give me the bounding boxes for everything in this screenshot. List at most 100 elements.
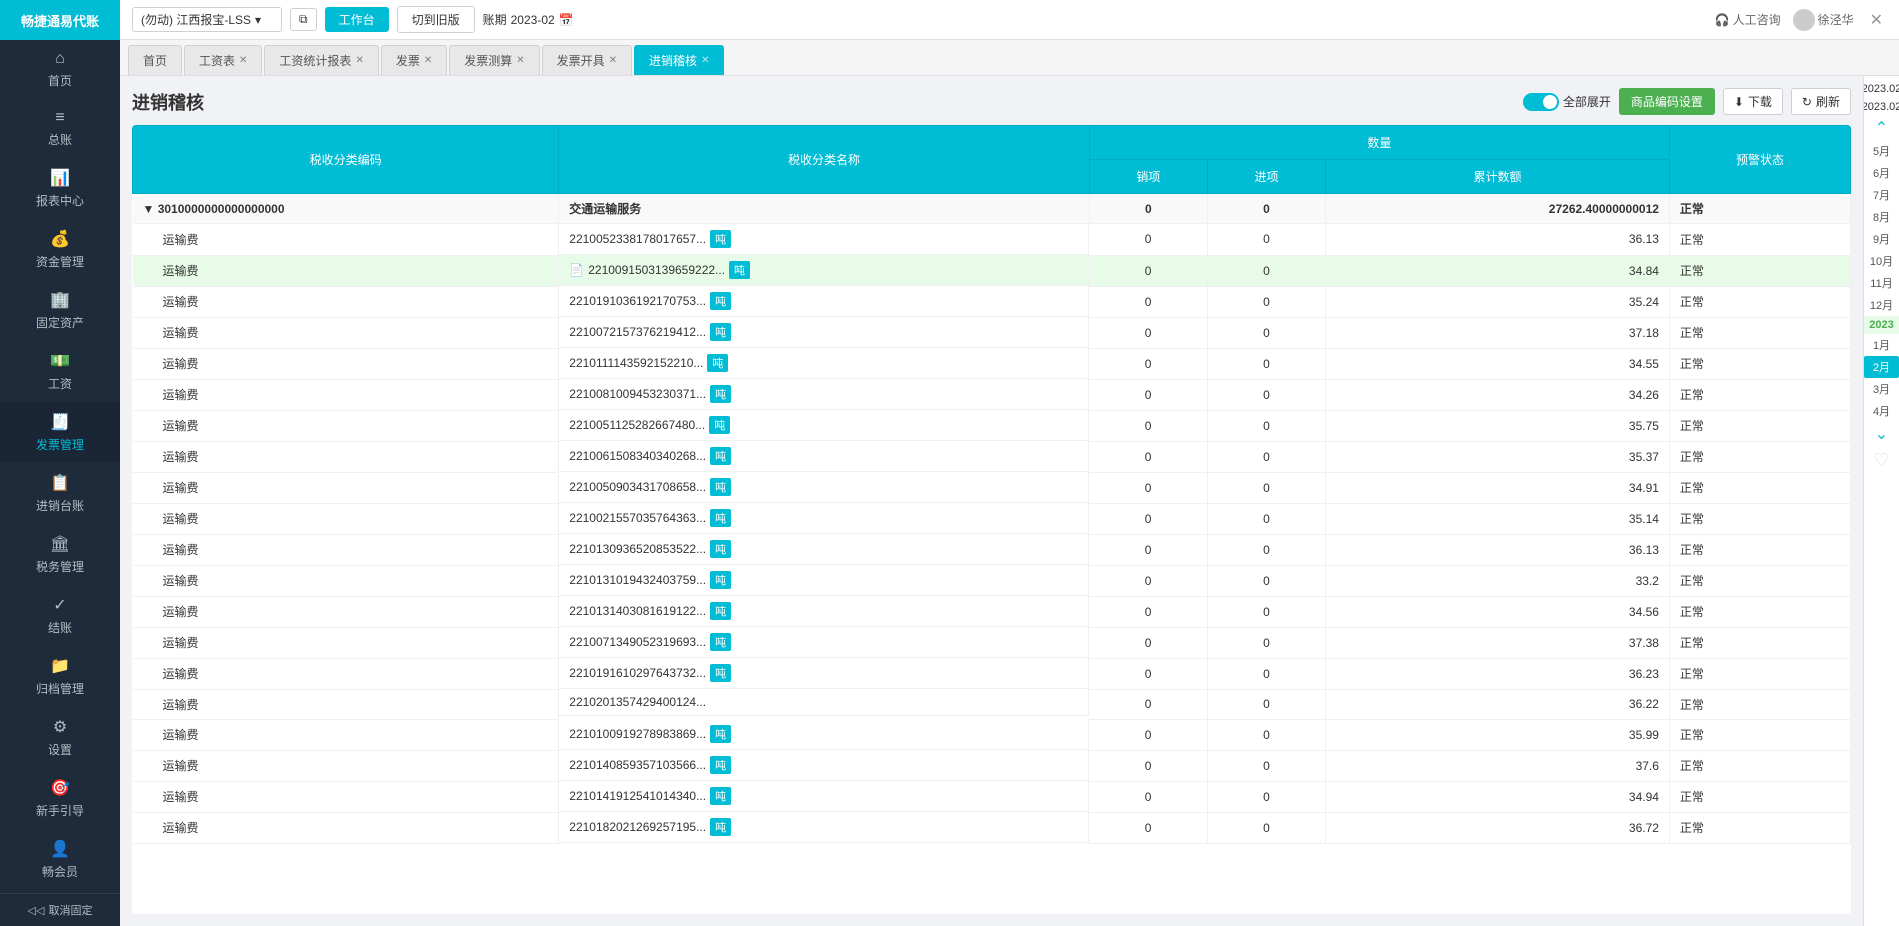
page-header: 进销稽核 全部展开 商品编码设置 ⬇ 下载 (132, 88, 1851, 115)
panel-month-9[interactable]: 9月 (1864, 228, 1899, 250)
tab-payroll-stats[interactable]: 工资统计报表 ✕ (264, 45, 378, 75)
sidebar-item-assets[interactable]: 🏢 固定资产 (0, 280, 120, 341)
tag-button[interactable]: 吨 (710, 633, 731, 651)
panel-month-3[interactable]: 3月 (1864, 378, 1899, 400)
table-row[interactable]: 运输费 2210131019432403759... 吨 0 0 33.2 正常 (133, 565, 1851, 596)
table-row[interactable]: 运输费 2210081009453230371... 吨 0 0 34.26 正… (133, 379, 1851, 410)
panel-month-7[interactable]: 7月 (1864, 184, 1899, 206)
tag-button[interactable]: 吨 (710, 787, 731, 805)
panel-month-12[interactable]: 12月 (1864, 294, 1899, 316)
panel-month-10[interactable]: 10月 (1864, 250, 1899, 272)
refresh-button[interactable]: ↻ 刷新 (1791, 88, 1851, 115)
sidebar-item-ledger[interactable]: ≡ 总账 (0, 99, 120, 158)
tag-button[interactable]: 吨 (710, 230, 731, 248)
sidebar-item-label: 资金管理 (36, 253, 84, 270)
workbench-button[interactable]: 工作台 (325, 7, 389, 32)
table-row[interactable]: 运输费 2210182021269257195... 吨 0 0 36.72 正… (133, 812, 1851, 843)
tab-close-icon[interactable]: ✕ (424, 55, 432, 66)
tag-button[interactable]: 吨 (710, 571, 731, 589)
sidebar-item-funds[interactable]: 💰 资金管理 (0, 219, 120, 280)
sidebar-item-close[interactable]: ✓ 结账 (0, 585, 120, 646)
tab-close-icon[interactable]: ✕ (701, 55, 709, 66)
tag-button[interactable]: 吨 (710, 509, 731, 527)
tag-button[interactable]: 吨 (710, 447, 731, 465)
tag-button[interactable]: 吨 (710, 478, 731, 496)
row-status: 正常 (1669, 750, 1850, 781)
panel-month-1[interactable]: 1月 (1864, 334, 1899, 356)
table-row[interactable]: 运输费 2210100919278983869... 吨 0 0 35.99 正… (133, 719, 1851, 750)
panel-month-6[interactable]: 6月 (1864, 162, 1899, 184)
tag-button[interactable]: 吨 (710, 602, 731, 620)
support-link[interactable]: 🎧 人工咨询 (1715, 11, 1781, 28)
tab-home[interactable]: 首页 (128, 45, 182, 75)
panel-month-4[interactable]: 4月 (1864, 400, 1899, 422)
tag-button[interactable]: 吨 (729, 261, 750, 279)
tag-button[interactable]: 吨 (707, 354, 728, 372)
sidebar-item-archive[interactable]: 📁 归档管理 (0, 646, 120, 707)
sidebar-item-reports[interactable]: 📊 报表中心 (0, 158, 120, 219)
pin-toggle[interactable]: ◁◁ 取消固定 (0, 893, 120, 926)
tag-button[interactable]: 吨 (710, 323, 731, 341)
user-menu[interactable]: 徐泾华 (1793, 9, 1854, 31)
table-row[interactable]: 运输费 2210072157376219412... 吨 0 0 37.18 正… (133, 317, 1851, 348)
tag-button[interactable]: 吨 (709, 416, 730, 434)
sidebar-item-home[interactable]: ⌂ 首页 (0, 40, 120, 99)
toggle-track[interactable] (1523, 93, 1559, 111)
sidebar-item-payroll[interactable]: 💵 工资 (0, 341, 120, 402)
tag-button[interactable]: 吨 (710, 818, 731, 836)
table-row[interactable]: 运输费 2210071349052319693... 吨 0 0 37.38 正… (133, 627, 1851, 658)
sidebar-item-settings[interactable]: ⚙ 设置 (0, 707, 120, 768)
sidebar-item-purchase-sales[interactable]: 📋 进销台账 (0, 463, 120, 524)
panel-month-11[interactable]: 11月 (1864, 272, 1899, 294)
tab-invoice-calc[interactable]: 发票测算 ✕ (449, 45, 539, 75)
sidebar-item-invoice[interactable]: 🧾 发票管理 (0, 402, 120, 463)
tag-button[interactable]: 吨 (710, 725, 731, 743)
table-row[interactable]: 运输费 2210201357429400124... 0 0 36.22 正常 (133, 689, 1851, 719)
tag-button[interactable]: 吨 (710, 756, 731, 774)
tab-invoice-issue[interactable]: 发票开具 ✕ (542, 45, 632, 75)
tab-close-icon[interactable]: ✕ (355, 55, 363, 66)
table-row[interactable]: 运输费 2210061508340340268... 吨 0 0 35.37 正… (133, 441, 1851, 472)
tab-close-icon[interactable]: ✕ (609, 55, 617, 66)
panel-month-8[interactable]: 8月 (1864, 206, 1899, 228)
table-row[interactable]: 运输费 📄2210091503139659222... 吨 0 0 34.84 … (133, 255, 1851, 286)
table-row[interactable]: 运输费 2210140859357103566... 吨 0 0 37.6 正常 (133, 750, 1851, 781)
table-row[interactable]: 运输费 2210131403081619122... 吨 0 0 34.56 正… (133, 596, 1851, 627)
switch-old-button[interactable]: 切到旧版 (397, 6, 475, 33)
settings-button[interactable]: 商品编码设置 (1619, 88, 1715, 115)
table-row[interactable]: 运输费 2210130936520853522... 吨 0 0 36.13 正… (133, 534, 1851, 565)
table-row[interactable]: 运输费 2210191036192170753... 吨 0 0 35.24 正… (133, 286, 1851, 317)
copy-button[interactable]: ⧉ (290, 8, 317, 31)
panel-month-2-current[interactable]: 2月 (1864, 356, 1899, 378)
tag-button[interactable]: 吨 (710, 292, 731, 310)
tag-button[interactable]: 吨 (710, 385, 731, 403)
sidebar-item-tax[interactable]: 🏛 税务管理 (0, 524, 120, 585)
expand-toggle[interactable]: 全部展开 (1523, 93, 1611, 111)
table-row[interactable]: 运输费 2210191610297643732... 吨 0 0 36.23 正… (133, 658, 1851, 689)
row-cumulative: 36.72 (1325, 812, 1669, 843)
table-row[interactable]: 运输费 2210050903431708658... 吨 0 0 34.91 正… (133, 472, 1851, 503)
sidebar-item-member[interactable]: 👤 畅会员 (0, 829, 120, 890)
row-code: 2210072157376219412... 吨 (559, 317, 1089, 348)
panel-down-arrow[interactable]: ⌄ (1873, 422, 1890, 446)
table-row[interactable]: 运输费 2210052338178017657... 吨 0 0 36.13 正… (133, 224, 1851, 256)
tab-reconcile[interactable]: 进销稽核 ✕ (634, 45, 724, 75)
tab-close-icon[interactable]: ✕ (239, 55, 247, 66)
row-purchase: 0 (1207, 719, 1325, 750)
tag-button[interactable]: 吨 (710, 664, 731, 682)
table-row[interactable]: 运输费 2210141912541014340... 吨 0 0 34.94 正… (133, 781, 1851, 812)
tag-button[interactable]: 吨 (710, 540, 731, 558)
sidebar-item-guide[interactable]: 🎯 新手引导 (0, 768, 120, 829)
row-code: 2210100919278983869... 吨 (559, 719, 1089, 750)
tab-payroll[interactable]: 工资表 ✕ (184, 45, 262, 75)
close-window-button[interactable]: ✕ (1866, 10, 1887, 30)
tab-close-icon[interactable]: ✕ (516, 55, 524, 66)
tab-invoice[interactable]: 发票 ✕ (381, 45, 447, 75)
panel-month-5[interactable]: 5月 (1864, 140, 1899, 162)
panel-up-arrow[interactable]: ⌃ (1873, 116, 1890, 140)
table-row[interactable]: 运输费 2210051125282667480... 吨 0 0 35.75 正… (133, 410, 1851, 441)
company-selector[interactable]: (勿动) 江西报宝-LSS ▾ (132, 7, 282, 32)
table-row[interactable]: 运输费 2210021557035764363... 吨 0 0 35.14 正… (133, 503, 1851, 534)
download-button[interactable]: ⬇ 下载 (1723, 88, 1783, 115)
table-row[interactable]: 运输费 2210111143592152210... 吨 0 0 34.55 正… (133, 348, 1851, 379)
